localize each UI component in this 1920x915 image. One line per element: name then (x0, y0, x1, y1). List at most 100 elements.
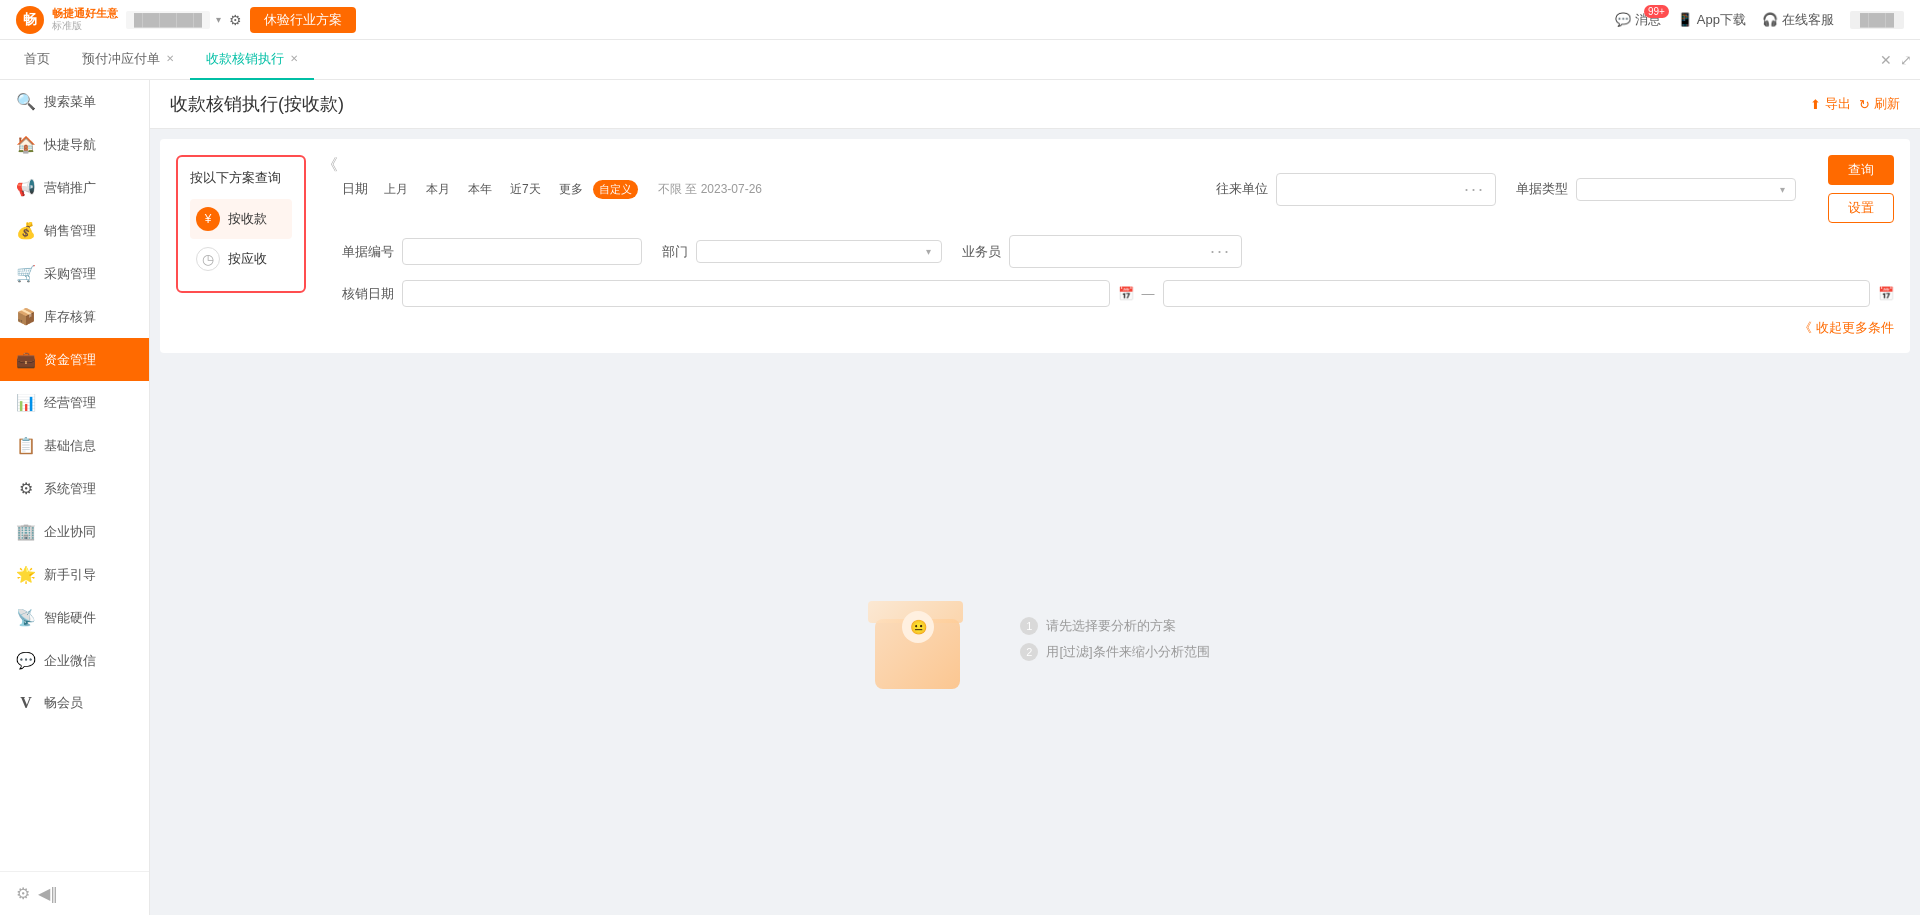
counterparty-dots[interactable]: ··· (1464, 179, 1485, 200)
counterparty-field-group: 往来单位 ··· (1216, 173, 1496, 206)
sidebar-item-search-menu[interactable]: 🔍 搜索菜单 (0, 80, 149, 123)
more-btn[interactable]: 更多 (551, 179, 591, 200)
sidebar-item-label: 畅会员 (44, 694, 83, 712)
enterprise-icon: 🏢 (16, 522, 36, 541)
sidebar-item-enterprise[interactable]: 🏢 企业协同 (0, 510, 149, 553)
custom-badge: 自定义 (593, 180, 638, 199)
staff-select[interactable]: ··· (1009, 235, 1242, 268)
counterparty-select[interactable]: ··· (1276, 173, 1496, 206)
sidebar-bottom: ⚙ ◀‖ (0, 871, 149, 915)
order-type-field-group: 单据类型 ▾ (1516, 178, 1796, 201)
query-button[interactable]: 查询 (1828, 155, 1894, 185)
quick-nav-icon: 🏠 (16, 135, 36, 154)
sidebar-item-capital[interactable]: 💼 资金管理 (0, 338, 149, 381)
staff-field-group: 业务员 ··· (962, 235, 1242, 268)
sidebar-item-guide[interactable]: 🌟 新手引导 (0, 553, 149, 596)
tab-receipt-verify-close[interactable]: ✕ (290, 53, 298, 64)
tab-expand-icon[interactable]: ⤢ (1900, 52, 1912, 68)
tab-prepay[interactable]: 预付冲应付单 ✕ (66, 40, 190, 80)
tab-prepay-close[interactable]: ✕ (166, 53, 174, 64)
dept-arrow: ▾ (926, 246, 931, 257)
sidebar-item-marketing[interactable]: 📢 营销推广 (0, 166, 149, 209)
sidebar-item-basic-info[interactable]: 📋 基础信息 (0, 424, 149, 467)
last-7days-btn[interactable]: 近7天 (502, 179, 549, 200)
system-icon: ⚙ (16, 479, 36, 498)
search-menu-icon: 🔍 (16, 92, 36, 111)
action-buttons: 查询 设置 (1828, 155, 1894, 223)
verify-date-field-group: 核销日期 2023-03-01 📅 — 2023-07-21 📅 (342, 280, 1894, 307)
this-month-btn[interactable]: 本月 (418, 179, 458, 200)
staff-dots[interactable]: ··· (1210, 241, 1231, 262)
sidebar-item-hardware[interactable]: 📡 智能硬件 (0, 596, 149, 639)
export-button[interactable]: ⬆ 导出 (1810, 95, 1851, 113)
tab-home[interactable]: 首页 (8, 40, 66, 80)
page-title: 收款核销执行(按收款) (170, 92, 344, 128)
tab-receipt-verify[interactable]: 收款核销执行 ✕ (190, 40, 314, 80)
sidebar-settings-icon[interactable]: ⚙ (16, 884, 30, 903)
panel-collapse-btn[interactable]: 《 (322, 155, 342, 176)
tip-num-1: 1 (1020, 617, 1038, 635)
date-no-limit: 不限 至 2023-07-26 (658, 181, 1196, 198)
workspace-dropdown-icon[interactable]: ▾ (216, 14, 221, 25)
member-icon: V (16, 694, 36, 712)
guide-icon: 🌟 (16, 565, 36, 584)
date-buttons: 上月 本月 本年 近7天 更多 自定义 (376, 179, 638, 200)
empty-illustration: 😐 (860, 589, 980, 689)
sidebar-item-label: 采购管理 (44, 265, 96, 283)
app-download-label: App下载 (1697, 11, 1746, 29)
sidebar-collapse-icon[interactable]: ◀‖ (38, 884, 58, 903)
order-type-select[interactable]: ▾ (1576, 178, 1796, 201)
message-icon: 💬 (1615, 12, 1631, 27)
query-type-by-receipt[interactable]: ¥ 按收款 (190, 199, 292, 239)
order-no-input[interactable] (402, 238, 642, 265)
sales-icon: 💰 (16, 221, 36, 240)
filter-fields: 日期 上月 本月 本年 近7天 更多 自定义 不限 (342, 155, 1894, 337)
query-type-panel: 按以下方案查询 ¥ 按收款 ◷ 按应收 (176, 155, 306, 293)
tab-close-all-icon[interactable]: ✕ (1880, 52, 1892, 68)
user-area[interactable]: ████ (1850, 11, 1904, 29)
sidebar-item-label: 搜索菜单 (44, 93, 96, 111)
this-year-btn[interactable]: 本年 (460, 179, 500, 200)
refresh-button[interactable]: ↻ 刷新 (1859, 95, 1900, 113)
counterparty-label: 往来单位 (1216, 180, 1268, 198)
sidebar-item-purchase[interactable]: 🛒 采购管理 (0, 252, 149, 295)
sidebar-item-label: 新手引导 (44, 566, 96, 584)
by-receipt-icon: ¥ (196, 207, 220, 231)
calendar-start-icon[interactable]: 📅 (1118, 286, 1134, 301)
refresh-icon: ↻ (1859, 97, 1870, 112)
online-service-btn[interactable]: 🎧 在线客服 (1762, 11, 1834, 29)
date-range-separator: — (1142, 286, 1155, 301)
filter-wrapper: 按以下方案查询 ¥ 按收款 ◷ 按应收 《 (160, 139, 1910, 353)
settings-button[interactable]: 设置 (1828, 193, 1894, 223)
sidebar-item-sales[interactable]: 💰 销售管理 (0, 209, 149, 252)
tab-bar-actions: ✕ ⤢ (1880, 52, 1912, 68)
brand-name: 畅捷通好生意 (52, 7, 118, 20)
sidebar-item-label: 经营管理 (44, 394, 96, 412)
gear-icon[interactable]: ⚙ (229, 12, 242, 28)
sidebar-item-system[interactable]: ⚙ 系统管理 (0, 467, 149, 510)
industry-button[interactable]: 休验行业方案 (250, 7, 356, 33)
purchase-icon: 🛒 (16, 264, 36, 283)
message-btn[interactable]: 💬 消息 99+ (1615, 11, 1661, 29)
last-month-btn[interactable]: 上月 (376, 179, 416, 200)
order-no-label: 单据编号 (342, 243, 394, 261)
empty-tip-1: 1 请先选择要分析的方案 (1020, 617, 1209, 635)
sidebar-item-member[interactable]: V 畅会员 (0, 682, 149, 724)
export-icon: ⬆ (1810, 97, 1821, 112)
app-download-btn[interactable]: 📱 App下载 (1677, 11, 1746, 29)
by-receipt-label: 按收款 (228, 210, 267, 228)
sidebar-item-quick-nav[interactable]: 🏠 快捷导航 (0, 123, 149, 166)
sidebar-item-inventory[interactable]: 📦 库存核算 (0, 295, 149, 338)
app-download-icon: 📱 (1677, 12, 1693, 27)
query-type-by-receivable[interactable]: ◷ 按应收 (190, 239, 292, 279)
verify-date-end-input[interactable]: 2023-07-21 (1163, 280, 1871, 307)
collapse-more-row: 《 收起更多条件 (342, 319, 1894, 337)
collapse-more-btn[interactable]: 《 收起更多条件 (1799, 319, 1894, 337)
dept-select[interactable]: ▾ (696, 240, 942, 263)
sidebar-item-label: 智能硬件 (44, 609, 96, 627)
order-type-arrow: ▾ (1780, 184, 1785, 195)
verify-date-start-input[interactable]: 2023-03-01 (402, 280, 1110, 307)
calendar-end-icon[interactable]: 📅 (1878, 286, 1894, 301)
sidebar-item-operations[interactable]: 📊 经营管理 (0, 381, 149, 424)
sidebar-item-wechat[interactable]: 💬 企业微信 (0, 639, 149, 682)
